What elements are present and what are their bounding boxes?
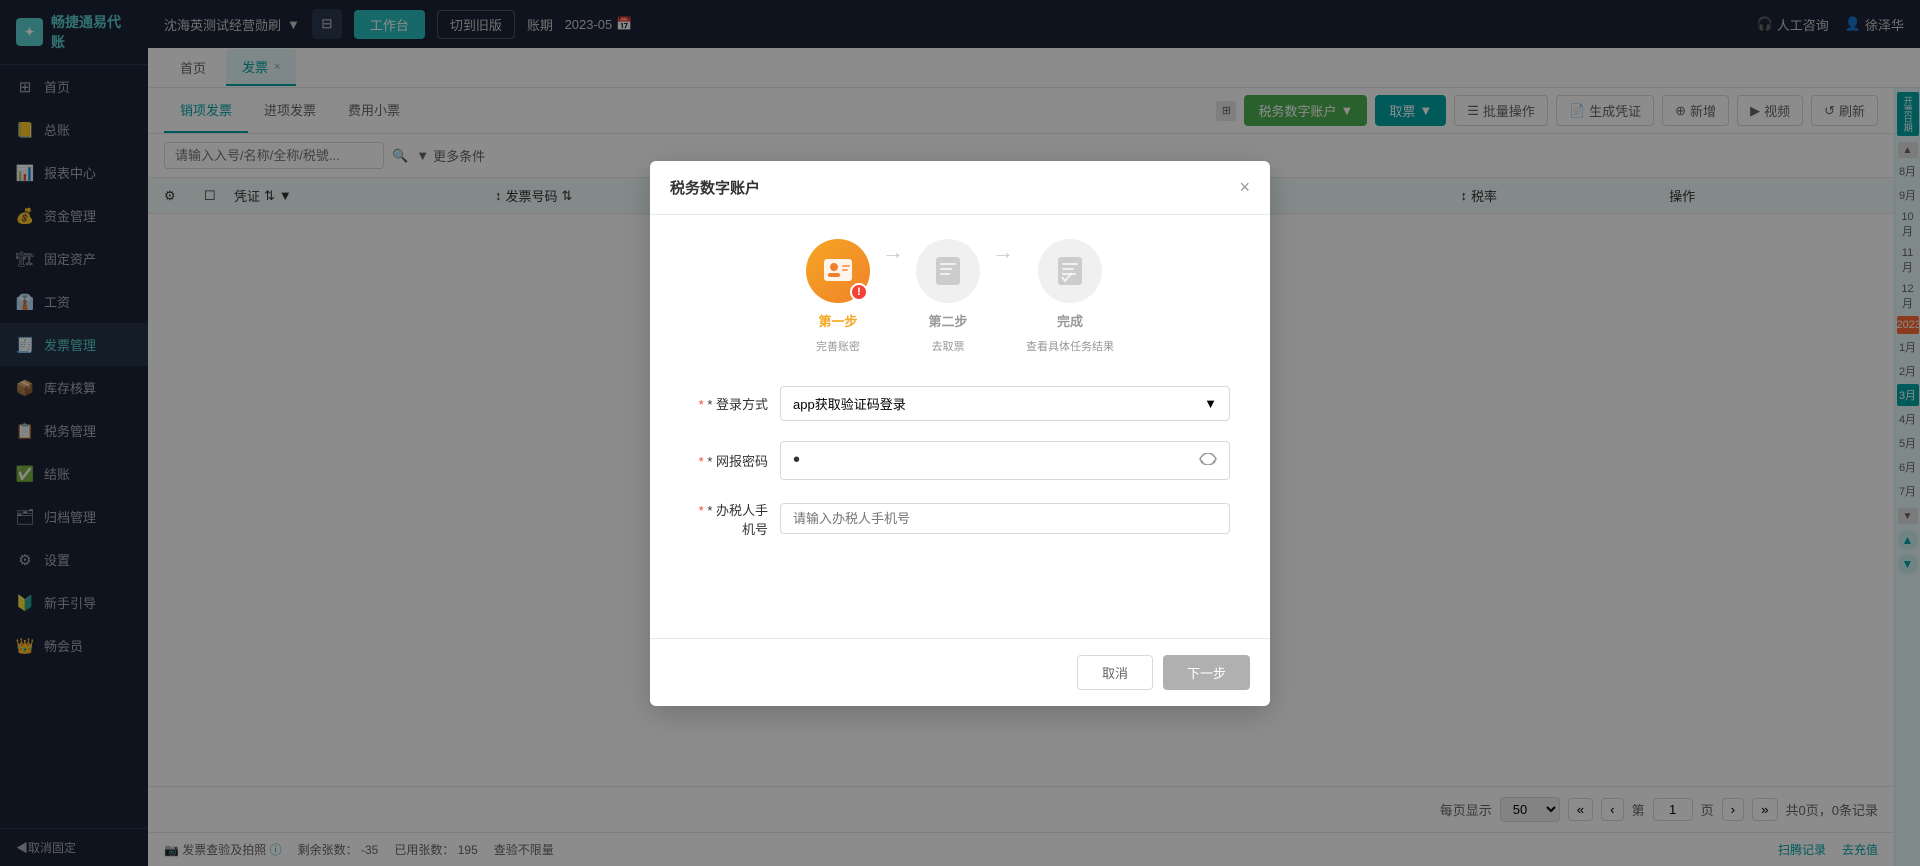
password-field[interactable]: • <box>780 441 1230 480</box>
modal-close-button[interactable]: × <box>1239 177 1250 198</box>
modal-title: 税务数字账户 <box>670 177 760 198</box>
step-arrow-2: → <box>980 239 1026 297</box>
modal-footer: 取消 下一步 <box>650 638 1270 706</box>
step-1-icon: ! <box>806 239 870 303</box>
password-dots: • <box>793 449 802 472</box>
step-1: ! 第一步 完善账密 <box>806 239 870 354</box>
step-1-badge: ! <box>850 283 868 301</box>
step-arrow-1: → <box>870 239 916 297</box>
select-chevron-icon: ▼ <box>1204 396 1217 411</box>
step-2-desc: 去取票 <box>932 338 965 354</box>
step-1-label: 第一步 <box>818 311 857 330</box>
login-method-label: * * 登录方式 <box>690 394 780 413</box>
step-2-label: 第二步 <box>928 311 967 330</box>
password-row: * * 网报密码 • <box>690 441 1230 480</box>
password-toggle-icon[interactable] <box>1199 453 1217 468</box>
modal-form: * * 登录方式 app获取验证码登录 ▼ * * 网报密码 • <box>690 386 1230 538</box>
modal-overlay: 税务数字账户 × <box>0 0 1920 866</box>
phone-label: * * 办税人手机号 <box>690 500 780 538</box>
step-3-icon <box>1038 239 1102 303</box>
step-3-desc: 查看具体任务结果 <box>1026 338 1114 354</box>
form-spacer <box>690 558 1230 618</box>
step-3-label: 完成 <box>1057 311 1083 330</box>
modal-body: ! 第一步 完善账密 → <box>650 215 1270 638</box>
next-button[interactable]: 下一步 <box>1163 655 1250 690</box>
phone-row: * * 办税人手机号 <box>690 500 1230 538</box>
step-2-icon <box>916 239 980 303</box>
step-2: 第二步 去取票 <box>916 239 980 354</box>
steps-indicator: ! 第一步 完善账密 → <box>690 239 1230 354</box>
tax-account-modal: 税务数字账户 × <box>650 161 1270 706</box>
login-method-row: * * 登录方式 app获取验证码登录 ▼ <box>690 386 1230 421</box>
step-3: 完成 查看具体任务结果 <box>1026 239 1114 354</box>
modal-header: 税务数字账户 × <box>650 161 1270 215</box>
login-method-select[interactable]: app获取验证码登录 ▼ <box>780 386 1230 421</box>
phone-input[interactable] <box>780 503 1230 534</box>
step-1-desc: 完善账密 <box>816 338 860 354</box>
cancel-button[interactable]: 取消 <box>1077 655 1153 690</box>
password-label: * * 网报密码 <box>690 451 780 470</box>
login-method-value: app获取验证码登录 <box>793 394 906 413</box>
